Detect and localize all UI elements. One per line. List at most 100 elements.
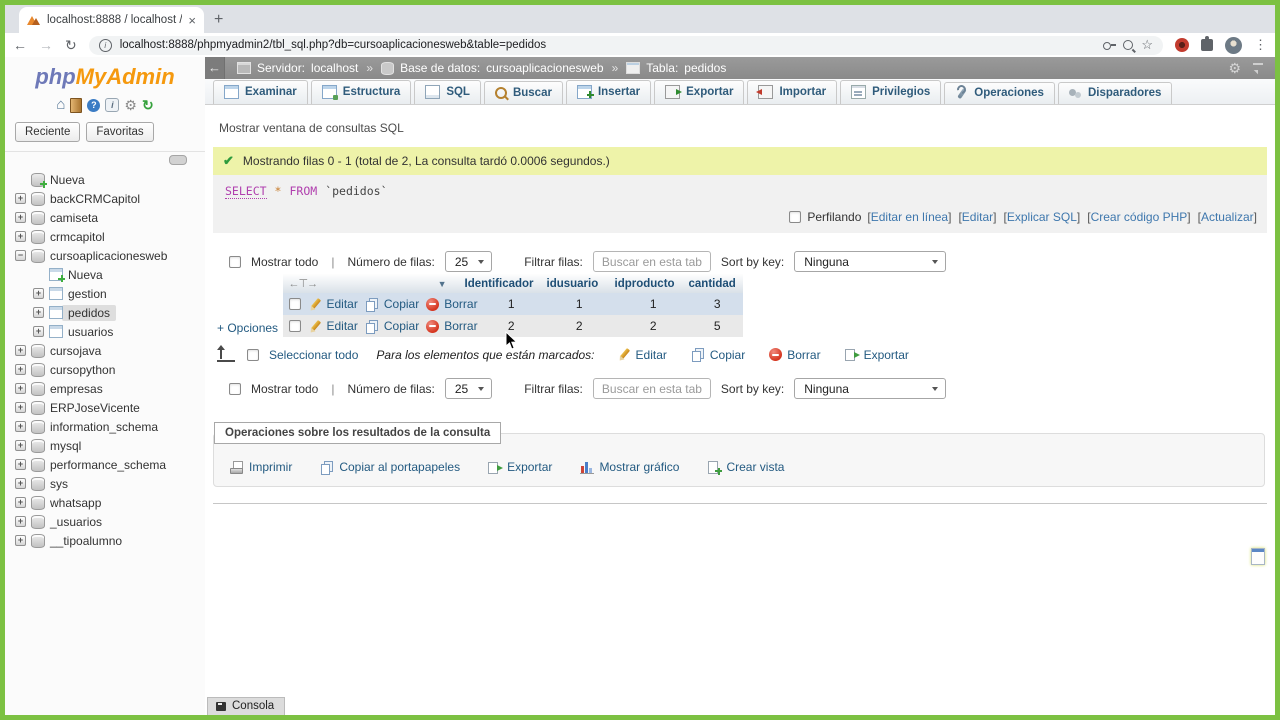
table-tab[interactable]: Insertar: [565, 80, 652, 104]
options-toggle[interactable]: + Opciones: [217, 321, 278, 335]
url-text[interactable]: localhost:8888/phpmyadmin2/tbl_sql.php?d…: [120, 39, 1096, 51]
tree-expander-icon[interactable]: +: [15, 440, 26, 451]
filter-input[interactable]: [592, 251, 711, 272]
tree-item-label[interactable]: backCRMCapitol: [50, 192, 140, 206]
mini-page-icon[interactable]: [1251, 548, 1265, 565]
reload-button[interactable]: ↻: [65, 38, 77, 52]
tree-item-label[interactable]: cursopython: [50, 363, 115, 377]
tree-expander-icon[interactable]: +: [15, 459, 26, 470]
browser-menu-icon[interactable]: ⋮: [1254, 37, 1267, 53]
tree-item-label[interactable]: performance_schema: [50, 458, 166, 472]
tree-item[interactable]: + _usuarios: [5, 512, 205, 531]
tree-item[interactable]: + usuarios: [5, 322, 205, 341]
sidebar-nav-icon[interactable]: i: [105, 98, 120, 112]
tree-item-label[interactable]: empresas: [50, 382, 103, 396]
query-action-link[interactable]: Explicar SQL: [1007, 210, 1077, 224]
row-checkbox[interactable]: [288, 298, 301, 310]
tree-item-label[interactable]: crmcapitol: [50, 230, 105, 244]
with-selected-action[interactable]: Exportar: [844, 348, 909, 362]
tree-item[interactable]: + mysql: [5, 436, 205, 455]
adblock-extension-icon[interactable]: [1175, 38, 1189, 52]
sidebar-nav-icon[interactable]: [70, 97, 83, 113]
database-link[interactable]: cursoaplicacionesweb: [486, 61, 603, 75]
table-tab[interactable]: Privilegios: [840, 80, 942, 104]
favorites-button[interactable]: Favoritas: [86, 122, 154, 142]
column-header[interactable]: idusuario: [537, 278, 605, 290]
with-selected-action[interactable]: Editar: [617, 348, 667, 362]
back-button[interactable]: ←: [13, 38, 27, 52]
tree-item[interactable]: + information_schema: [5, 417, 205, 436]
row-copy-link[interactable]: Copiar: [365, 319, 419, 334]
row-edit-link[interactable]: Editar: [308, 319, 358, 333]
tree-item[interactable]: + performance_schema: [5, 455, 205, 474]
table-tab[interactable]: Examinar: [213, 80, 308, 104]
tree-item-label[interactable]: ERPJoseVicente: [50, 401, 140, 415]
with-selected-action[interactable]: Copiar: [691, 348, 745, 362]
tree-expander-icon[interactable]: +: [15, 364, 26, 375]
tree-item[interactable]: + crmcapitol: [5, 227, 205, 246]
tree-item[interactable]: + sys: [5, 474, 205, 493]
tree-item-label[interactable]: __tipoalumno: [50, 534, 122, 548]
tree-expander-icon[interactable]: +: [15, 478, 26, 489]
tree-item-label[interactable]: mysql: [50, 439, 81, 453]
query-op-link[interactable]: Mostrar gráfico: [580, 460, 679, 474]
with-selected-action[interactable]: Borrar: [769, 348, 821, 362]
server-link[interactable]: localhost: [311, 61, 358, 75]
tree-expander-icon[interactable]: +: [15, 345, 26, 356]
column-header[interactable]: idproducto: [605, 278, 679, 290]
row-edit-link[interactable]: Editar: [308, 297, 358, 311]
recent-button[interactable]: Reciente: [15, 122, 81, 142]
tree-expander-icon[interactable]: +: [33, 326, 44, 337]
tree-expander-icon[interactable]: +: [15, 231, 26, 242]
row-checkbox[interactable]: [288, 320, 301, 332]
tree-item[interactable]: Nueva: [5, 170, 205, 189]
num-rows-select[interactable]: 25: [444, 251, 493, 272]
tree-item[interactable]: + backCRMCapitol: [5, 189, 205, 208]
tree-item-label[interactable]: information_schema: [50, 420, 158, 434]
tree-expander-icon[interactable]: +: [33, 288, 44, 299]
profiling-checkbox[interactable]: [789, 211, 802, 223]
query-action-link[interactable]: Actualizar: [1201, 210, 1254, 224]
tree-item-label[interactable]: gestion: [68, 287, 107, 301]
tree-item[interactable]: + gestion: [5, 284, 205, 303]
tree-item-label[interactable]: whatsapp: [50, 496, 101, 510]
show-all-checkbox[interactable]: [229, 382, 241, 395]
profile-avatar[interactable]: [1225, 36, 1242, 54]
nav-collapse-button[interactable]: ←: [205, 57, 225, 79]
column-header[interactable]: Identificador: [455, 278, 537, 290]
tree-item-label[interactable]: usuarios: [68, 325, 113, 339]
sort-select[interactable]: Ninguna: [794, 251, 947, 272]
column-header[interactable]: cantidad: [679, 278, 743, 290]
tree-item-label[interactable]: cursoaplicacionesweb: [50, 249, 167, 263]
tree-item-label[interactable]: Nueva: [50, 173, 85, 187]
tree-expander-icon[interactable]: +: [15, 212, 26, 223]
query-op-link[interactable]: Crear vista: [707, 460, 784, 475]
sidebar-nav-icon[interactable]: ⚙: [124, 98, 137, 112]
table-tab[interactable]: Estructura: [310, 80, 412, 104]
sidebar-nav-icon[interactable]: ↻: [142, 98, 154, 112]
panel-collapse-handle[interactable]: [169, 155, 187, 165]
tree-item[interactable]: + camiseta: [5, 208, 205, 227]
query-op-link[interactable]: Exportar: [488, 460, 552, 474]
forward-button[interactable]: →: [39, 38, 53, 52]
tree-item-label[interactable]: sys: [50, 477, 68, 491]
password-key-icon[interactable]: [1103, 41, 1117, 50]
tree-item-label[interactable]: Nueva: [68, 268, 103, 282]
page-info-icon[interactable]: i: [98, 38, 112, 52]
row-copy-link[interactable]: Copiar: [365, 297, 419, 312]
tree-expander-icon[interactable]: +: [15, 402, 26, 413]
tree-expander-icon[interactable]: +: [15, 516, 26, 527]
tree-expander-icon[interactable]: +: [15, 383, 26, 394]
table-tab[interactable]: Buscar: [483, 81, 563, 104]
tree-expander-icon[interactable]: −: [15, 250, 26, 261]
tree-item-label[interactable]: _usuarios: [50, 515, 102, 529]
url-bar[interactable]: i localhost:8888/phpmyadmin2/tbl_sql.php…: [88, 35, 1163, 55]
tree-expander-icon[interactable]: +: [33, 307, 44, 318]
tree-item[interactable]: + cursojava: [5, 341, 205, 360]
tree-item-label[interactable]: pedidos: [62, 304, 117, 321]
num-rows-select[interactable]: 25: [444, 378, 493, 399]
sort-select[interactable]: Ninguna: [794, 378, 947, 399]
tree-item[interactable]: − cursoaplicacionesweb: [5, 246, 205, 265]
query-op-link[interactable]: Copiar al portapapeles: [320, 460, 460, 475]
tree-item[interactable]: + cursopython: [5, 360, 205, 379]
